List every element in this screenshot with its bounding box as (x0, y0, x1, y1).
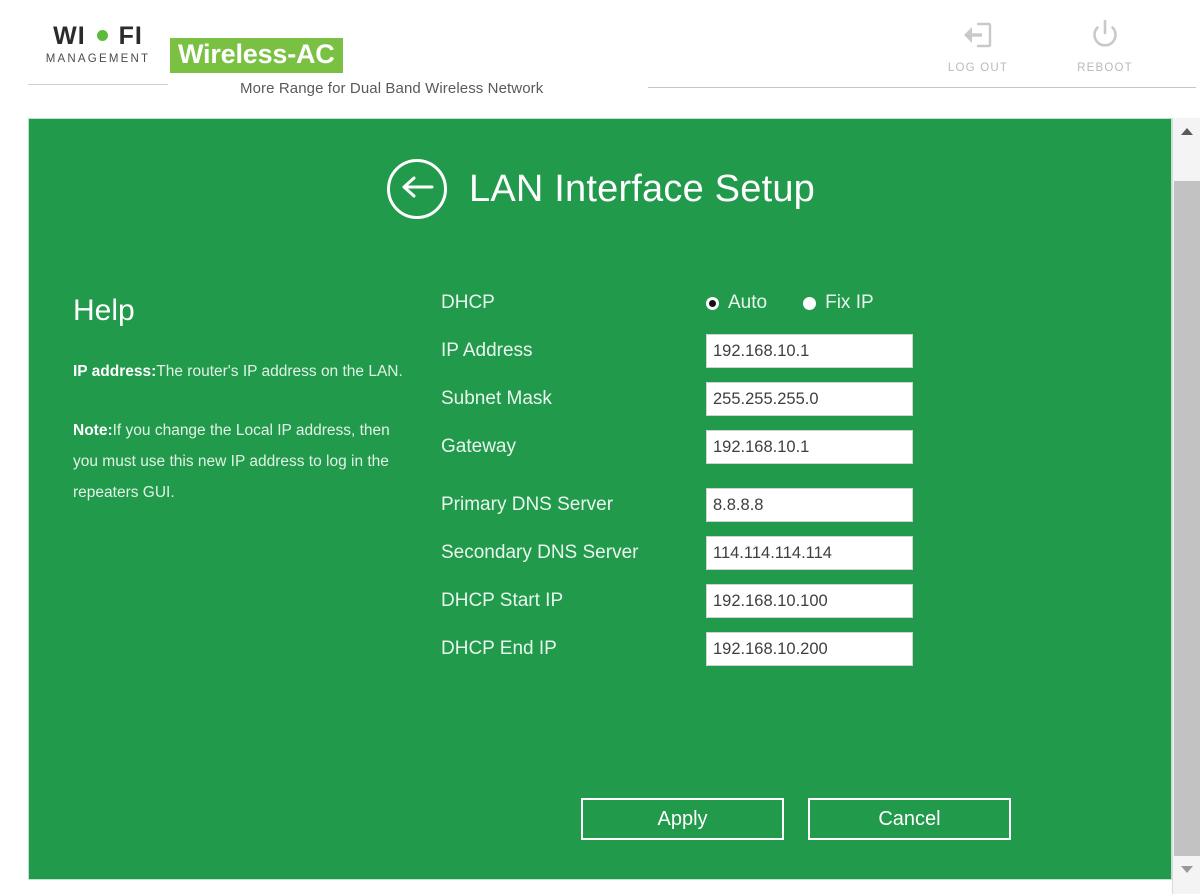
logo-fi-text: FI (118, 22, 143, 50)
logo-wifi-text: WI FI (28, 24, 168, 49)
label-dhcp-end-ip: DHCP End IP (441, 638, 557, 659)
label-secondary-dns-server: Secondary DNS Server (441, 542, 639, 563)
form-row-gateway: Gateway (441, 423, 961, 471)
input-dhcp-start-ip[interactable] (706, 584, 913, 618)
brand-badge: Wireless-AC (170, 38, 343, 74)
form-spacer (441, 471, 961, 481)
help-paragraph-ip-address: IP address:The router's IP address on th… (73, 356, 403, 387)
label-gateway: Gateway (441, 436, 516, 457)
help-text-note: If you change the Local IP address, then… (73, 422, 390, 501)
wifi-management-logo: WI FI MANAGEMENT (28, 24, 168, 85)
scroll-up-arrow-icon (1180, 127, 1193, 135)
radio-label-fix-ip: Fix IP (825, 292, 874, 313)
input-gateway[interactable] (706, 430, 913, 464)
radio-indicator-auto[interactable] (706, 296, 719, 310)
logout-button[interactable]: LOG OUT (930, 14, 1026, 74)
input-secondary-dns-server[interactable] (706, 536, 913, 570)
label-dhcp: DHCP (441, 292, 495, 313)
form-actions: Apply Cancel (581, 798, 1011, 840)
help-text-ip-address: The router's IP address on the LAN. (156, 363, 403, 380)
scroll-down-button[interactable] (1173, 856, 1200, 882)
reboot-label: REBOOT (1077, 62, 1133, 74)
input-subnet-mask[interactable] (706, 382, 913, 416)
main-content-panel: LAN Interface Setup Help IP address:The … (28, 118, 1172, 880)
input-ip-address[interactable] (706, 334, 913, 368)
cancel-button[interactable]: Cancel (808, 798, 1011, 840)
page-header: WI FI MANAGEMENT Wireless-AC More Range … (0, 0, 1200, 118)
radio-indicator-fix-ip[interactable] (803, 296, 817, 310)
label-ip-address: IP Address (441, 340, 533, 361)
scrollbar-thumb[interactable] (1174, 181, 1200, 875)
form-row-secondary-dns: Secondary DNS Server (441, 529, 961, 577)
power-icon (1057, 14, 1153, 56)
dhcp-mode-radio-group: Auto Fix IP (706, 292, 874, 314)
radio-option-fix-ip[interactable]: Fix IP (803, 292, 874, 314)
brand-tagline: More Range for Dual Band Wireless Networ… (240, 80, 544, 97)
page-title: LAN Interface Setup (468, 167, 815, 210)
help-section: Help IP address:The router's IP address … (73, 294, 403, 508)
label-subnet-mask: Subnet Mask (441, 388, 552, 409)
logo-green-dot-icon (96, 30, 108, 41)
logo-wi-text: WI (53, 22, 86, 50)
router-admin-page: WI FI MANAGEMENT Wireless-AC More Range … (0, 0, 1200, 894)
apply-button[interactable]: Apply (581, 798, 784, 840)
help-paragraph-note: Note:If you change the Local IP address,… (73, 415, 403, 508)
input-dhcp-end-ip[interactable] (706, 632, 913, 666)
scroll-down-arrow-icon (1180, 865, 1193, 873)
form-row-ip-address: IP Address (441, 327, 961, 375)
panel-title-row: LAN Interface Setup (29, 159, 1173, 219)
radio-label-auto: Auto (728, 292, 768, 313)
label-dhcp-start-ip: DHCP Start IP (441, 590, 564, 611)
label-primary-dns-server: Primary DNS Server (441, 494, 614, 515)
form-row-dhcp: DHCP Auto Fix IP (441, 279, 961, 327)
form-row-subnet-mask: Subnet Mask (441, 375, 961, 423)
logo-underline-divider (28, 84, 168, 85)
lan-settings-form: DHCP Auto Fix IP IP Address 192.168.10.1… (441, 279, 961, 673)
logout-label: LOG OUT (947, 62, 1009, 74)
input-primary-dns-server[interactable] (706, 488, 913, 522)
form-row-primary-dns: Primary DNS Server (441, 481, 961, 529)
reboot-button[interactable]: REBOOT (1057, 14, 1153, 74)
back-button[interactable] (386, 159, 447, 219)
help-label-note: Note: (73, 422, 113, 439)
scroll-up-button[interactable] (1173, 118, 1200, 144)
form-row-dhcp-end-ip: DHCP End IP (441, 625, 961, 673)
radio-option-auto[interactable]: Auto (706, 292, 767, 314)
logo-management-text: MANAGEMENT (45, 53, 151, 65)
form-row-dhcp-start-ip: DHCP Start IP (441, 577, 961, 625)
vertical-scrollbar[interactable] (1172, 118, 1200, 894)
back-arrow-icon (400, 174, 434, 205)
help-heading: Help (73, 294, 135, 327)
header-divider (648, 87, 1196, 88)
logout-icon (930, 14, 1026, 56)
help-label-ip-address: IP address: (73, 363, 157, 380)
